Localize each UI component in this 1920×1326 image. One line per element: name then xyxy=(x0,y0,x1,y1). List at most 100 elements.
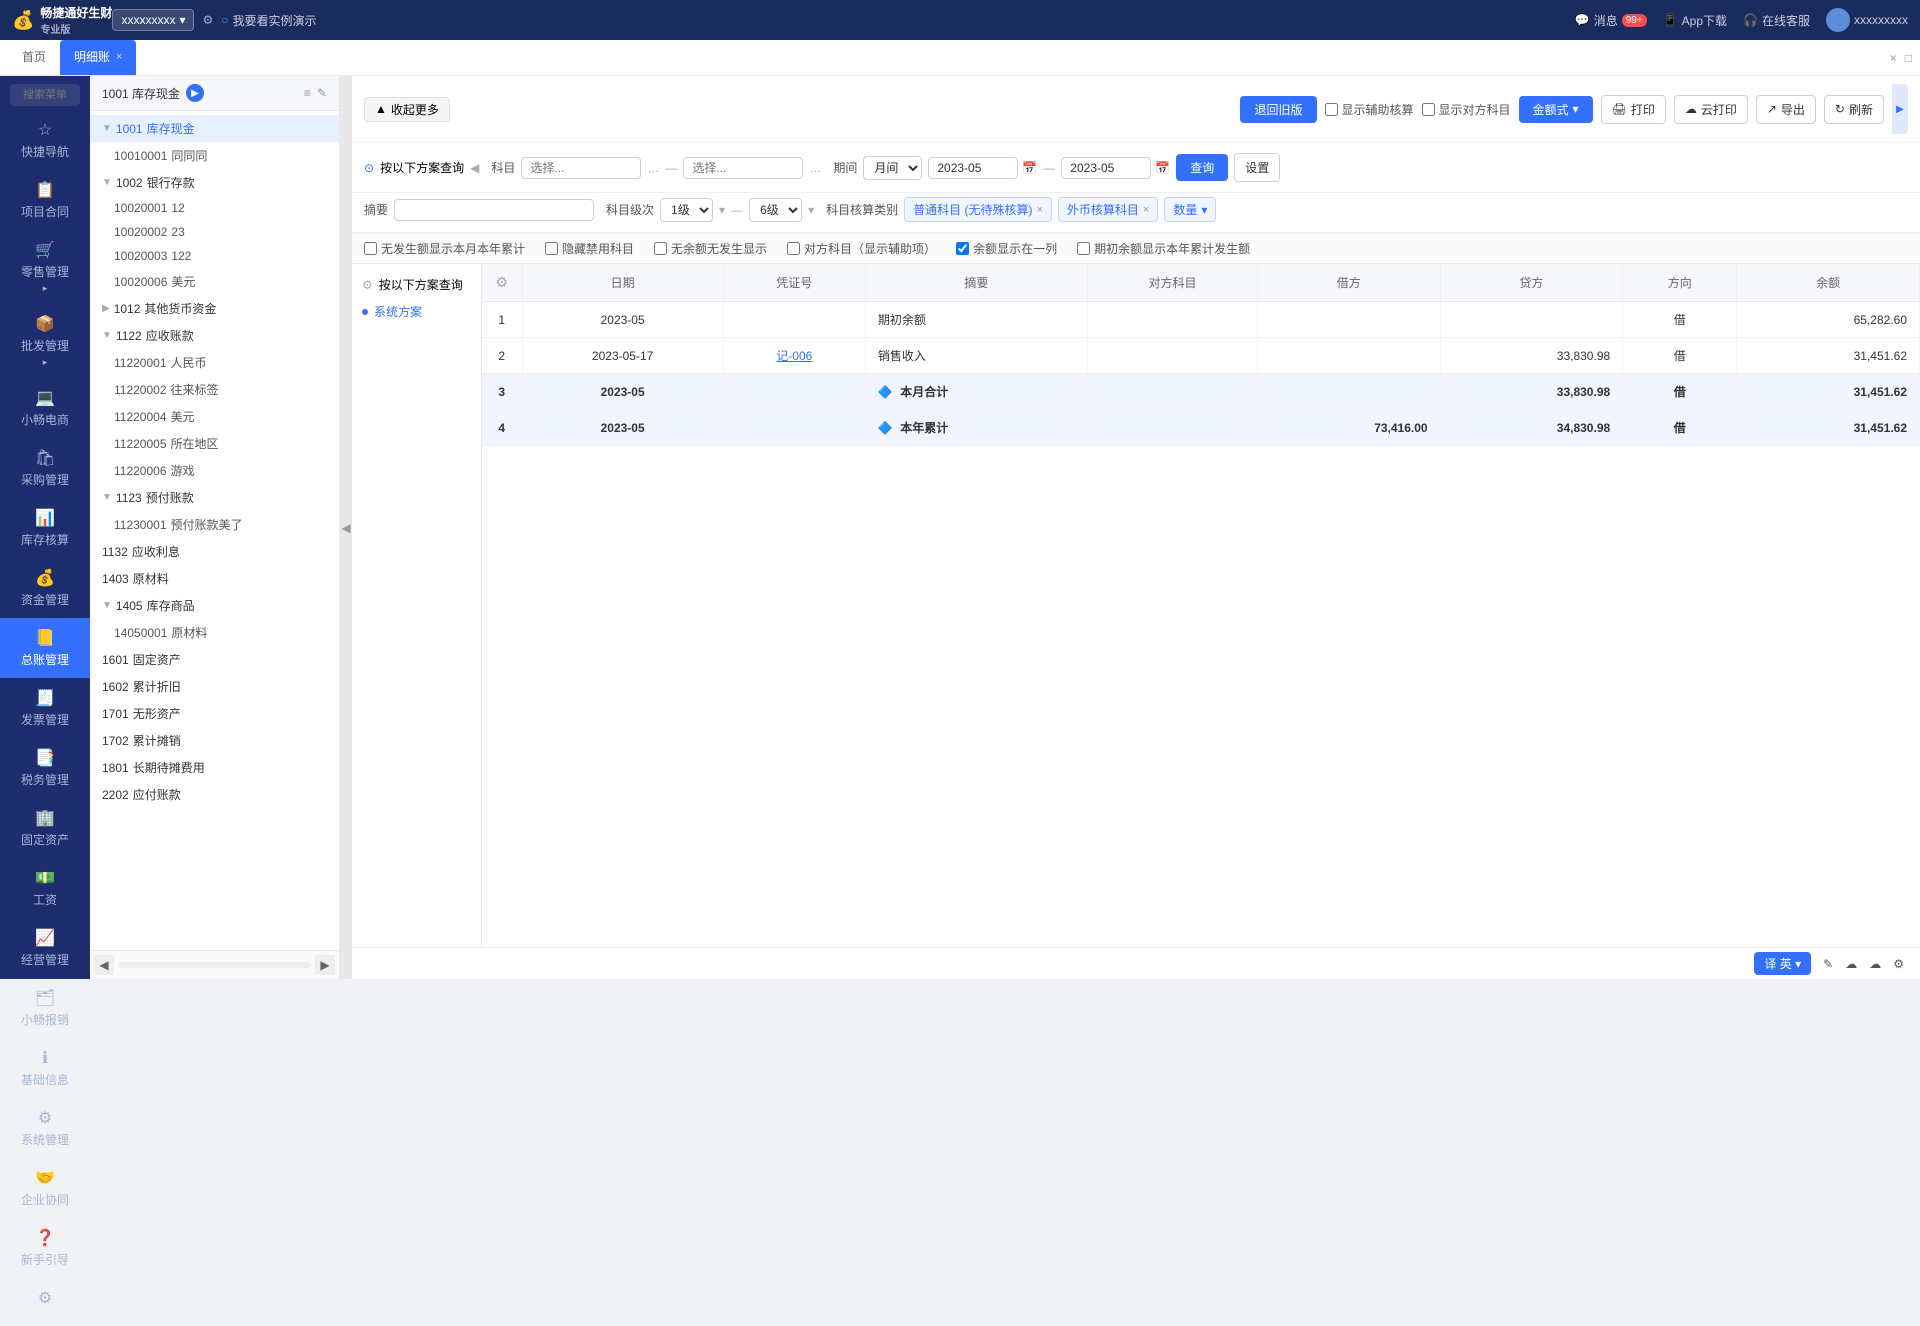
company-selector[interactable]: xxxxxxxxx ▾ xyxy=(112,9,194,31)
print-btn[interactable]: 🖨 打印 xyxy=(1601,95,1666,124)
summary-input[interactable] xyxy=(394,199,594,221)
message-btn[interactable]: 💬 消息 99+ xyxy=(1575,12,1647,29)
settings-action[interactable]: ⚙ xyxy=(1893,957,1904,971)
check-tag-foreign[interactable]: 外币核算科目 × xyxy=(1058,197,1158,222)
return-old-btn[interactable]: 退回旧版 xyxy=(1240,96,1316,123)
sidebar-item-cooperation[interactable]: 🤝 企业协同 xyxy=(0,1158,90,1218)
cloud-action[interactable]: ☁ xyxy=(1845,957,1857,971)
cb-hide-disabled[interactable]: 隐藏禁用科目 xyxy=(545,240,634,257)
auxiliary-checkbox[interactable] xyxy=(1325,103,1338,116)
tree-item-1002[interactable]: ▼ 1002 银行存款 xyxy=(90,169,339,196)
cb-contra-input[interactable] xyxy=(787,242,800,255)
tree-item-10020002[interactable]: 10020002 23 xyxy=(90,220,339,244)
cb-begin-balance-input[interactable] xyxy=(1077,242,1090,255)
period-start-input[interactable]: 2023-05 xyxy=(928,157,1018,179)
sidebar-item-guide[interactable]: ❓ 新手引导 xyxy=(0,1218,90,1278)
tree-item-1403[interactable]: 1403 原材料 xyxy=(90,565,339,592)
tree-item-11220006[interactable]: 11220006 游戏 xyxy=(90,457,339,484)
subject-input-start[interactable] xyxy=(521,157,641,179)
checkbox-auxiliary[interactable]: 显示辅助核算 xyxy=(1325,101,1414,118)
cb-balance-one-col-input[interactable] xyxy=(956,242,969,255)
tree-item-11220005[interactable]: 11220005 所在地区 xyxy=(90,430,339,457)
user-avatar[interactable]: xxxxxxxxx xyxy=(1826,8,1908,32)
cb-contra[interactable]: 对方科目（显示辅助项） xyxy=(787,240,936,257)
voucher-link[interactable]: 记-006 xyxy=(776,349,812,363)
tree-item-1601[interactable]: 1601 固定资产 xyxy=(90,646,339,673)
cb-no-balance-show-input[interactable] xyxy=(654,242,667,255)
tree-scroll-right[interactable]: ▶ xyxy=(315,955,335,975)
cloud2-action[interactable]: ☁ xyxy=(1869,957,1881,971)
tree-item-10020003[interactable]: 10020003 122 xyxy=(90,244,339,268)
export-btn[interactable]: ↗ 导出 xyxy=(1756,95,1816,124)
sidebar-item-quick-nav[interactable]: ☆ 快捷导航 xyxy=(0,110,90,170)
tree-list-icon[interactable]: ≡ xyxy=(304,86,311,100)
window-close-icon[interactable]: × xyxy=(1890,51,1897,65)
query-btn[interactable]: 查询 xyxy=(1176,154,1228,181)
sidebar-item-inventory[interactable]: 📊 库存核算 xyxy=(0,498,90,558)
sidebar-item-invoice[interactable]: 🧾 发票管理 xyxy=(0,678,90,738)
sidebar-item-reports[interactable]: 🗂 小畅报销 xyxy=(0,978,90,1038)
tree-item-2202[interactable]: 2202 应付账款 xyxy=(90,781,339,808)
level-end-select[interactable]: 6级 xyxy=(749,198,802,222)
cb-begin-balance[interactable]: 期初余额显示本年累计发生额 xyxy=(1077,240,1250,257)
tab-close-icon[interactable]: × xyxy=(116,51,122,63)
sidebar-item-tax[interactable]: 📑 税务管理 xyxy=(0,738,90,798)
tree-edit-icon[interactable]: ✎ xyxy=(317,86,327,100)
sidebar-item-fund[interactable]: 💰 资金管理 xyxy=(0,558,90,618)
query-settings-icon[interactable]: ⚙ xyxy=(362,278,373,292)
sidebar-item-purchase[interactable]: 🛍 采购管理 xyxy=(0,438,90,498)
tree-scroll-left[interactable]: ◀ xyxy=(94,955,114,975)
demo-link[interactable]: ○ 我要看实例演示 xyxy=(221,12,316,29)
tree-item-1701[interactable]: 1701 无形资产 xyxy=(90,700,339,727)
level-start-select[interactable]: 1级 xyxy=(660,198,713,222)
online-service-btn[interactable]: 🎧 在线客服 xyxy=(1743,12,1810,29)
cloud-print-btn[interactable]: ☁ 云打印 xyxy=(1674,95,1748,124)
tree-item-1001[interactable]: ▼ 1001 库存现金 xyxy=(90,115,339,142)
tree-item-1702[interactable]: 1702 累计摊销 xyxy=(90,727,339,754)
cb-no-balance-show[interactable]: 无余额无发生显示 xyxy=(654,240,767,257)
sidebar-item-assets[interactable]: 🏢 固定资产 xyxy=(0,798,90,858)
side-collapse-btn[interactable]: ◀ xyxy=(340,76,352,979)
check-tag-quantity[interactable]: 数量 ▾ xyxy=(1164,197,1216,222)
collapse-filter-btn[interactable]: ▲ 收起更多 xyxy=(364,97,450,122)
edit-action[interactable]: ✎ xyxy=(1823,957,1833,971)
tree-item-1405[interactable]: ▼ 1405 库存商品 xyxy=(90,592,339,619)
tree-item-10020006[interactable]: 10020006 美元 xyxy=(90,268,339,295)
tree-item-14050001[interactable]: 14050001 原材料 xyxy=(90,619,339,646)
sidebar-item-ecommerce[interactable]: 💻 小畅电商 xyxy=(0,378,90,438)
tree-item-11230001[interactable]: 11230001 预付账款美了 xyxy=(90,511,339,538)
foreign-tag-remove-icon[interactable]: × xyxy=(1143,204,1149,216)
calendar-icon2[interactable]: 📅 xyxy=(1155,161,1170,175)
tree-item-10020001[interactable]: 10020001 12 xyxy=(90,196,339,220)
tree-item-10010001[interactable]: 10010001 同同同 xyxy=(90,142,339,169)
search-input[interactable] xyxy=(10,84,80,106)
check-tag-normal[interactable]: 普通科目 (无待殊核算) × xyxy=(904,197,1052,222)
side-expand-btn[interactable]: ▶ xyxy=(1892,84,1908,134)
period-type-select[interactable]: 月间 xyxy=(863,156,922,180)
calendar-icon[interactable]: 📅 xyxy=(1022,161,1037,175)
amount-type-btn[interactable]: 金额式 ▾ xyxy=(1519,96,1593,123)
tree-navigate-btn[interactable]: ▶ xyxy=(186,84,204,102)
sidebar-item-project[interactable]: 📋 项目合同 xyxy=(0,170,90,230)
sidebar-item-salary[interactable]: 💵 工资 xyxy=(0,858,90,918)
subject-input-end[interactable] xyxy=(683,157,803,179)
sidebar-settings-btn[interactable]: ⚙ xyxy=(0,1278,90,1318)
column-settings-icon[interactable]: ⚙ xyxy=(495,274,508,290)
refresh-btn[interactable]: ↻ 刷新 xyxy=(1824,95,1884,124)
app-download-btn[interactable]: 📱 App下载 xyxy=(1663,12,1727,29)
cb-no-balance-input[interactable] xyxy=(364,242,377,255)
tree-item-11220002[interactable]: 11220002 往来标签 xyxy=(90,376,339,403)
tab-detail[interactable]: 明细账 × xyxy=(60,40,136,75)
checkbox-contra[interactable]: 显示对方科目 xyxy=(1422,101,1511,118)
sidebar-item-system[interactable]: ⚙ 系统管理 xyxy=(0,1098,90,1158)
sidebar-item-base-info[interactable]: ℹ 基础信息 xyxy=(0,1038,90,1098)
tree-item-1123[interactable]: ▼ 1123 预付账款 xyxy=(90,484,339,511)
tree-item-1012[interactable]: ▶ 1012 其他货币资金 xyxy=(90,295,339,322)
th-settings[interactable]: ⚙ xyxy=(482,264,522,302)
tree-scrollbar[interactable] xyxy=(118,962,311,968)
tree-item-1122[interactable]: ▼ 1122 应收账款 xyxy=(90,322,339,349)
cb-hide-disabled-input[interactable] xyxy=(545,242,558,255)
check-tag-remove-icon[interactable]: × xyxy=(1036,204,1042,216)
system-plan-btn[interactable]: 系统方案 xyxy=(362,303,471,320)
tree-item-11220001[interactable]: 11220001 人民币 xyxy=(90,349,339,376)
